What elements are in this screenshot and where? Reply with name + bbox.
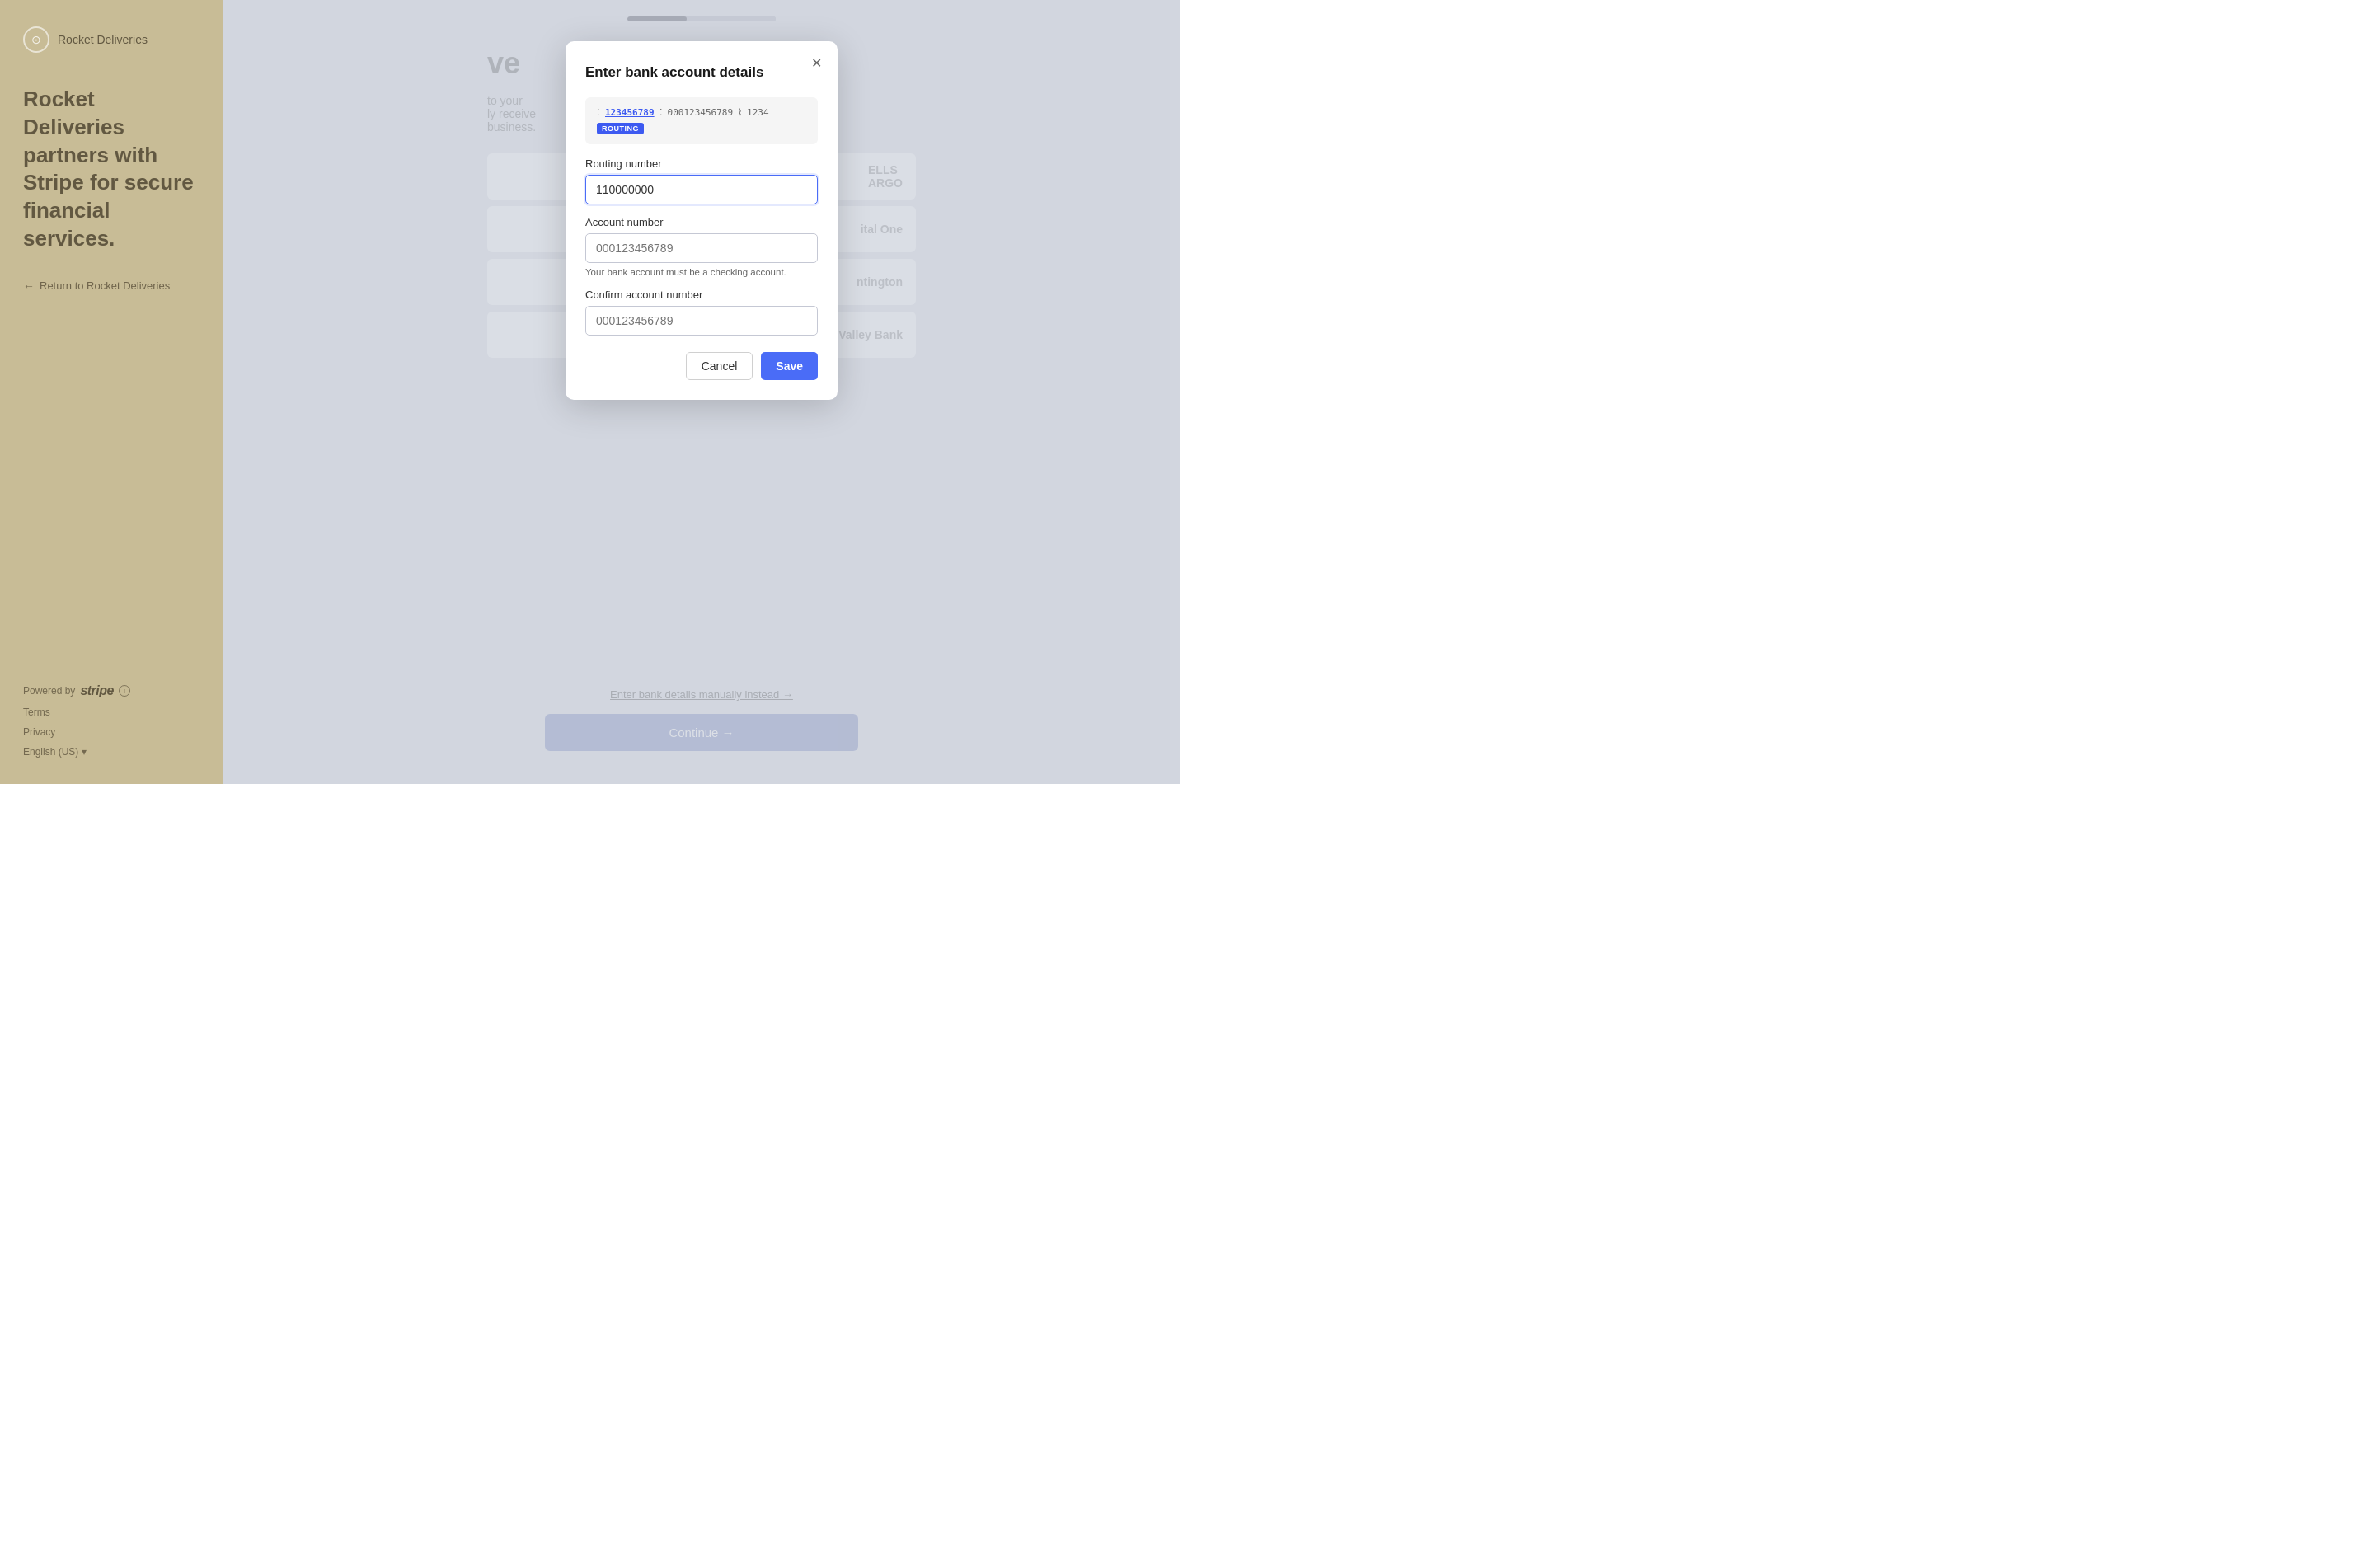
powered-by-row: Powered by stripe i: [23, 683, 199, 698]
cancel-button[interactable]: Cancel: [686, 352, 753, 380]
account-number-display: 000123456789: [668, 107, 733, 118]
language-arrow-icon: ▾: [82, 746, 87, 758]
confirm-account-label: Confirm account number: [585, 289, 818, 301]
check-numbers-row: ⁚ 123456789 ⁚ 000123456789 ⌇ 1234: [597, 107, 806, 118]
check-sep2: ⁚: [659, 107, 663, 118]
modal-title: Enter bank account details: [585, 64, 818, 81]
brand-logo-symbol: ⊙: [31, 33, 41, 46]
left-headline: Rocket Deliveries partners with Stripe f…: [23, 86, 199, 253]
left-panel: ⊙ Rocket Deliveries Rocket Deliveries pa…: [0, 0, 223, 784]
right-panel: ve to your ly receive business. ELLSARGO…: [223, 0, 1180, 784]
modal-close-button[interactable]: ✕: [806, 53, 826, 73]
check-illustration: ⁚ 123456789 ⁚ 000123456789 ⌇ 1234 ROUTIN…: [585, 97, 818, 144]
account-number-hint: Your bank account must be a checking acc…: [585, 267, 818, 277]
confirm-account-input[interactable]: [585, 306, 818, 336]
check-sep3: ⌇: [738, 107, 742, 118]
routing-number-display: 123456789: [605, 107, 655, 118]
routing-number-field-group: Routing number: [585, 157, 818, 204]
account-number-field-group: Account number Your bank account must be…: [585, 216, 818, 277]
save-button[interactable]: Save: [761, 352, 818, 380]
brand-row: ⊙ Rocket Deliveries: [23, 26, 199, 53]
stripe-logo: stripe: [80, 683, 114, 698]
routing-number-label: Routing number: [585, 157, 818, 170]
account-number-label: Account number: [585, 216, 818, 228]
brand-logo: ⊙: [23, 26, 49, 53]
routing-number-input[interactable]: [585, 175, 818, 204]
confirm-account-field-group: Confirm account number: [585, 289, 818, 336]
privacy-link[interactable]: Privacy: [23, 726, 199, 738]
modal: ✕ Enter bank account details ⁚ 123456789…: [566, 41, 838, 400]
back-link-label: Return to Rocket Deliveries: [40, 279, 170, 292]
modal-overlay: ✕ Enter bank account details ⁚ 123456789…: [223, 0, 1180, 784]
check-number-display: 1234: [747, 107, 769, 118]
brand-name: Rocket Deliveries: [58, 33, 148, 46]
modal-buttons: Cancel Save: [585, 352, 818, 380]
account-number-input[interactable]: [585, 233, 818, 263]
back-link[interactable]: ← Return to Rocket Deliveries: [23, 279, 199, 293]
info-icon[interactable]: i: [119, 685, 130, 697]
check-sep1: ⁚: [597, 107, 600, 118]
back-arrow-icon: ←: [23, 279, 35, 293]
routing-badge: ROUTING: [597, 123, 644, 134]
left-footer: Powered by stripe i Terms Privacy Englis…: [23, 683, 199, 758]
terms-link[interactable]: Terms: [23, 707, 199, 718]
language-selector[interactable]: English (US) ▾: [23, 746, 199, 758]
powered-by-label: Powered by: [23, 685, 75, 697]
language-label: English (US): [23, 746, 78, 758]
